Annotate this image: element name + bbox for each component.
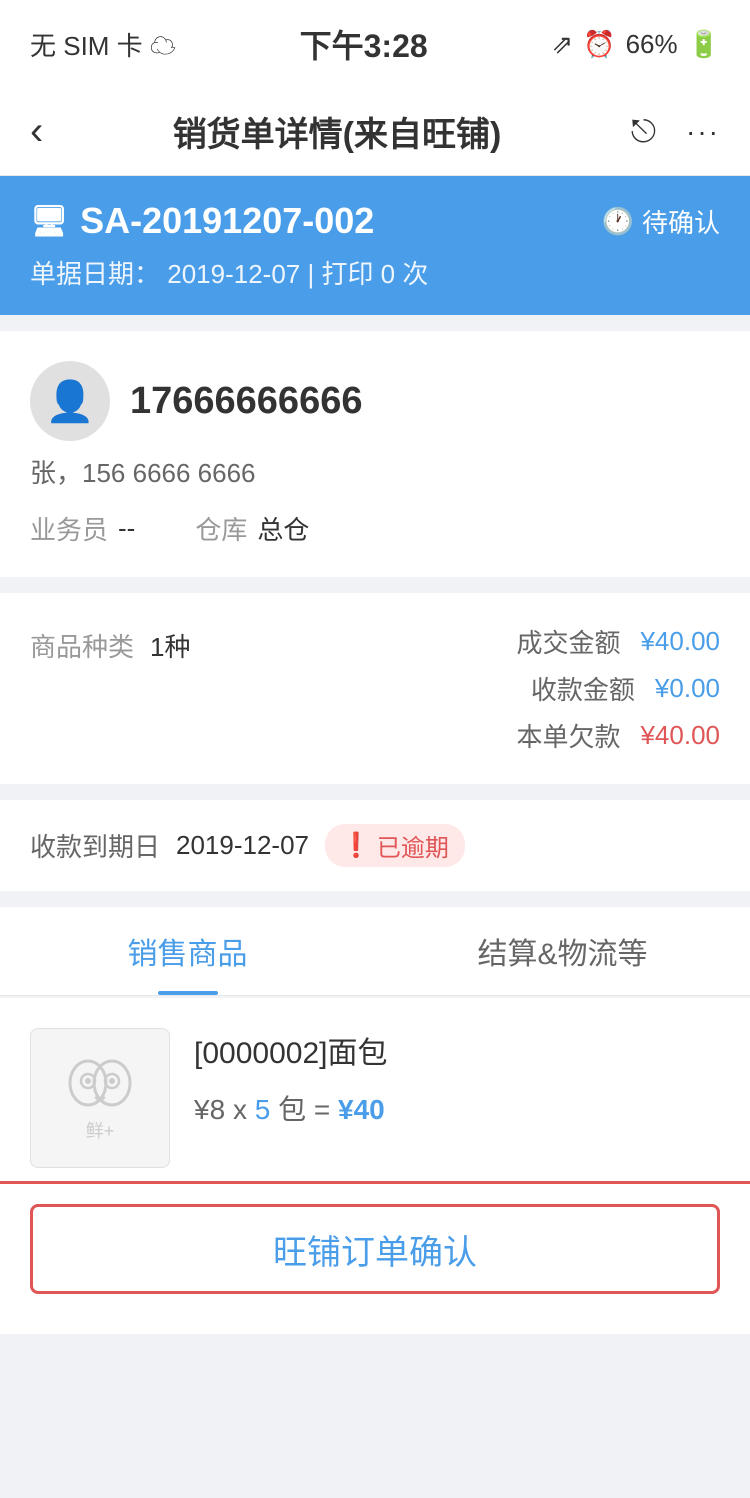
- product-logo-icon: [60, 1053, 140, 1113]
- deal-amount-row: 成交金额 ¥40.00: [516, 623, 720, 660]
- tab-settlement[interactable]: 结算&物流等: [375, 907, 750, 995]
- received-label: 收款金额: [531, 670, 635, 707]
- product-section: 鲜+ [0000002]面包 ¥8 x 5 包 = ¥40: [0, 998, 750, 1198]
- product-info: [0000002]面包 ¥8 x 5 包 = ¥40: [194, 1028, 720, 1128]
- order-id-text: SA-20191207-002: [80, 200, 374, 242]
- due-label: 收款到期日: [30, 827, 160, 864]
- equals-sign: =: [314, 1094, 338, 1125]
- tab-settlement-label: 结算&物流等: [477, 929, 647, 973]
- order-id: 🖥 SA-20191207-002: [30, 200, 374, 242]
- avatar: 👤: [30, 361, 110, 441]
- status-time: 下午3:28: [300, 21, 428, 67]
- due-section: 收款到期日 2019-12-07 ❗ 已逾期: [0, 800, 750, 891]
- overdue-text: 已逾期: [377, 828, 449, 863]
- product-name: [0000002]面包: [194, 1028, 720, 1072]
- product-thumbnail: 鲜+: [30, 1028, 170, 1168]
- salesperson-value: --: [118, 513, 135, 544]
- more-icon[interactable]: ···: [686, 116, 720, 148]
- order-header: 🖥 SA-20191207-002 🕐 待确认 单据日期： 2019-12-07…: [0, 176, 750, 315]
- salesperson-label: 业务员: [30, 510, 108, 547]
- salesperson-item: 业务员 --: [30, 510, 135, 547]
- warehouse-label: 仓库: [195, 510, 247, 547]
- battery-label: 66%: [626, 29, 678, 60]
- back-button[interactable]: ‹: [30, 109, 43, 154]
- deal-amount-label: 成交金额: [516, 623, 620, 660]
- product-code: [0000002]: [194, 1037, 327, 1070]
- product-name-text: 面包: [327, 1037, 387, 1070]
- order-status: 🕐 待确认: [602, 203, 720, 240]
- summary-section: 商品种类 1种 成交金额 ¥40.00 收款金额 ¥0.00 本单欠款 ¥40.…: [0, 593, 750, 784]
- product-price-line: ¥8 x 5 包 = ¥40: [194, 1088, 720, 1128]
- warehouse-value: 总仓: [257, 510, 309, 547]
- order-print-info: | 打印 0 次: [307, 259, 428, 289]
- deal-amount-value: ¥40.00: [640, 626, 720, 657]
- received-row: 收款金额 ¥0.00: [531, 670, 720, 707]
- confirm-order-button[interactable]: 旺铺订单确认: [30, 1204, 720, 1294]
- product-quantity: 5: [255, 1094, 271, 1125]
- customer-meta: 业务员 -- 仓库 总仓: [30, 510, 720, 547]
- tabs-row: 销售商品 结算&物流等: [0, 907, 750, 995]
- tab-active-indicator: [158, 991, 218, 995]
- product-type-value: 1种: [150, 627, 190, 664]
- customer-name: 张，156 6666 6666: [30, 453, 720, 490]
- customer-top: 👤 17666666666: [30, 361, 720, 441]
- overdue-badge: ❗ 已逾期: [325, 824, 465, 867]
- owed-value: ¥40.00: [640, 720, 720, 751]
- order-status-text: 待确认: [642, 203, 720, 240]
- customer-section: 👤 17666666666 张，156 6666 6666 业务员 -- 仓库 …: [0, 331, 750, 577]
- alarm-icon: ⏰: [583, 29, 615, 60]
- tabs-section: 销售商品 结算&物流等: [0, 907, 750, 996]
- order-date-label: 单据日期：: [30, 259, 160, 289]
- amounts: 成交金额 ¥40.00 收款金额 ¥0.00 本单欠款 ¥40.00: [516, 623, 720, 754]
- status-bar: 无 SIM 卡 ☁ 下午3:28 ⇗ ⏰ 66% 🔋: [0, 0, 750, 88]
- status-right: ⇗ ⏰ 66% 🔋: [551, 29, 720, 60]
- clock-icon: 🕐: [602, 206, 634, 237]
- nav-actions: ⎋ ···: [631, 113, 720, 151]
- order-date-value: 2019-12-07: [167, 259, 300, 289]
- sim-label: 无 SIM 卡 ☁: [30, 26, 176, 63]
- received-value: ¥0.00: [655, 673, 720, 704]
- product-unit: 包: [278, 1094, 306, 1125]
- owed-label: 本单欠款: [516, 717, 620, 754]
- status-left: 无 SIM 卡 ☁: [30, 26, 176, 63]
- tab-sales-products[interactable]: 销售商品: [0, 907, 375, 995]
- page-title: 销货单详情(来自旺铺): [173, 107, 502, 156]
- battery-icon: 🔋: [688, 29, 720, 60]
- order-header-top: 🖥 SA-20191207-002 🕐 待确认: [30, 200, 720, 242]
- nav-bar: ‹ 销货单详情(来自旺铺) ⎋ ···: [0, 88, 750, 176]
- order-icon: 🖥: [30, 204, 68, 239]
- owed-row: 本单欠款 ¥40.00: [516, 717, 720, 754]
- confirm-button-wrapper: 旺铺订单确认: [0, 1181, 750, 1334]
- order-date-line: 单据日期： 2019-12-07 | 打印 0 次: [30, 254, 720, 291]
- avatar-icon: 👤: [45, 378, 95, 425]
- location-icon: ⇗: [551, 29, 573, 60]
- share-icon[interactable]: ⎋: [631, 113, 656, 151]
- tab-sales-products-label: 销售商品: [128, 929, 248, 973]
- customer-phone: 17666666666: [130, 380, 362, 423]
- product-total: ¥40: [338, 1094, 385, 1125]
- product-type-label: 商品种类: [30, 627, 134, 664]
- due-date-value: 2019-12-07: [176, 830, 309, 861]
- multiply-sign: x: [233, 1094, 255, 1125]
- product-type: 商品种类 1种: [30, 623, 190, 664]
- warning-icon: ❗: [341, 831, 371, 860]
- warehouse-item: 仓库 总仓: [195, 510, 309, 547]
- product-price: ¥8: [194, 1094, 225, 1125]
